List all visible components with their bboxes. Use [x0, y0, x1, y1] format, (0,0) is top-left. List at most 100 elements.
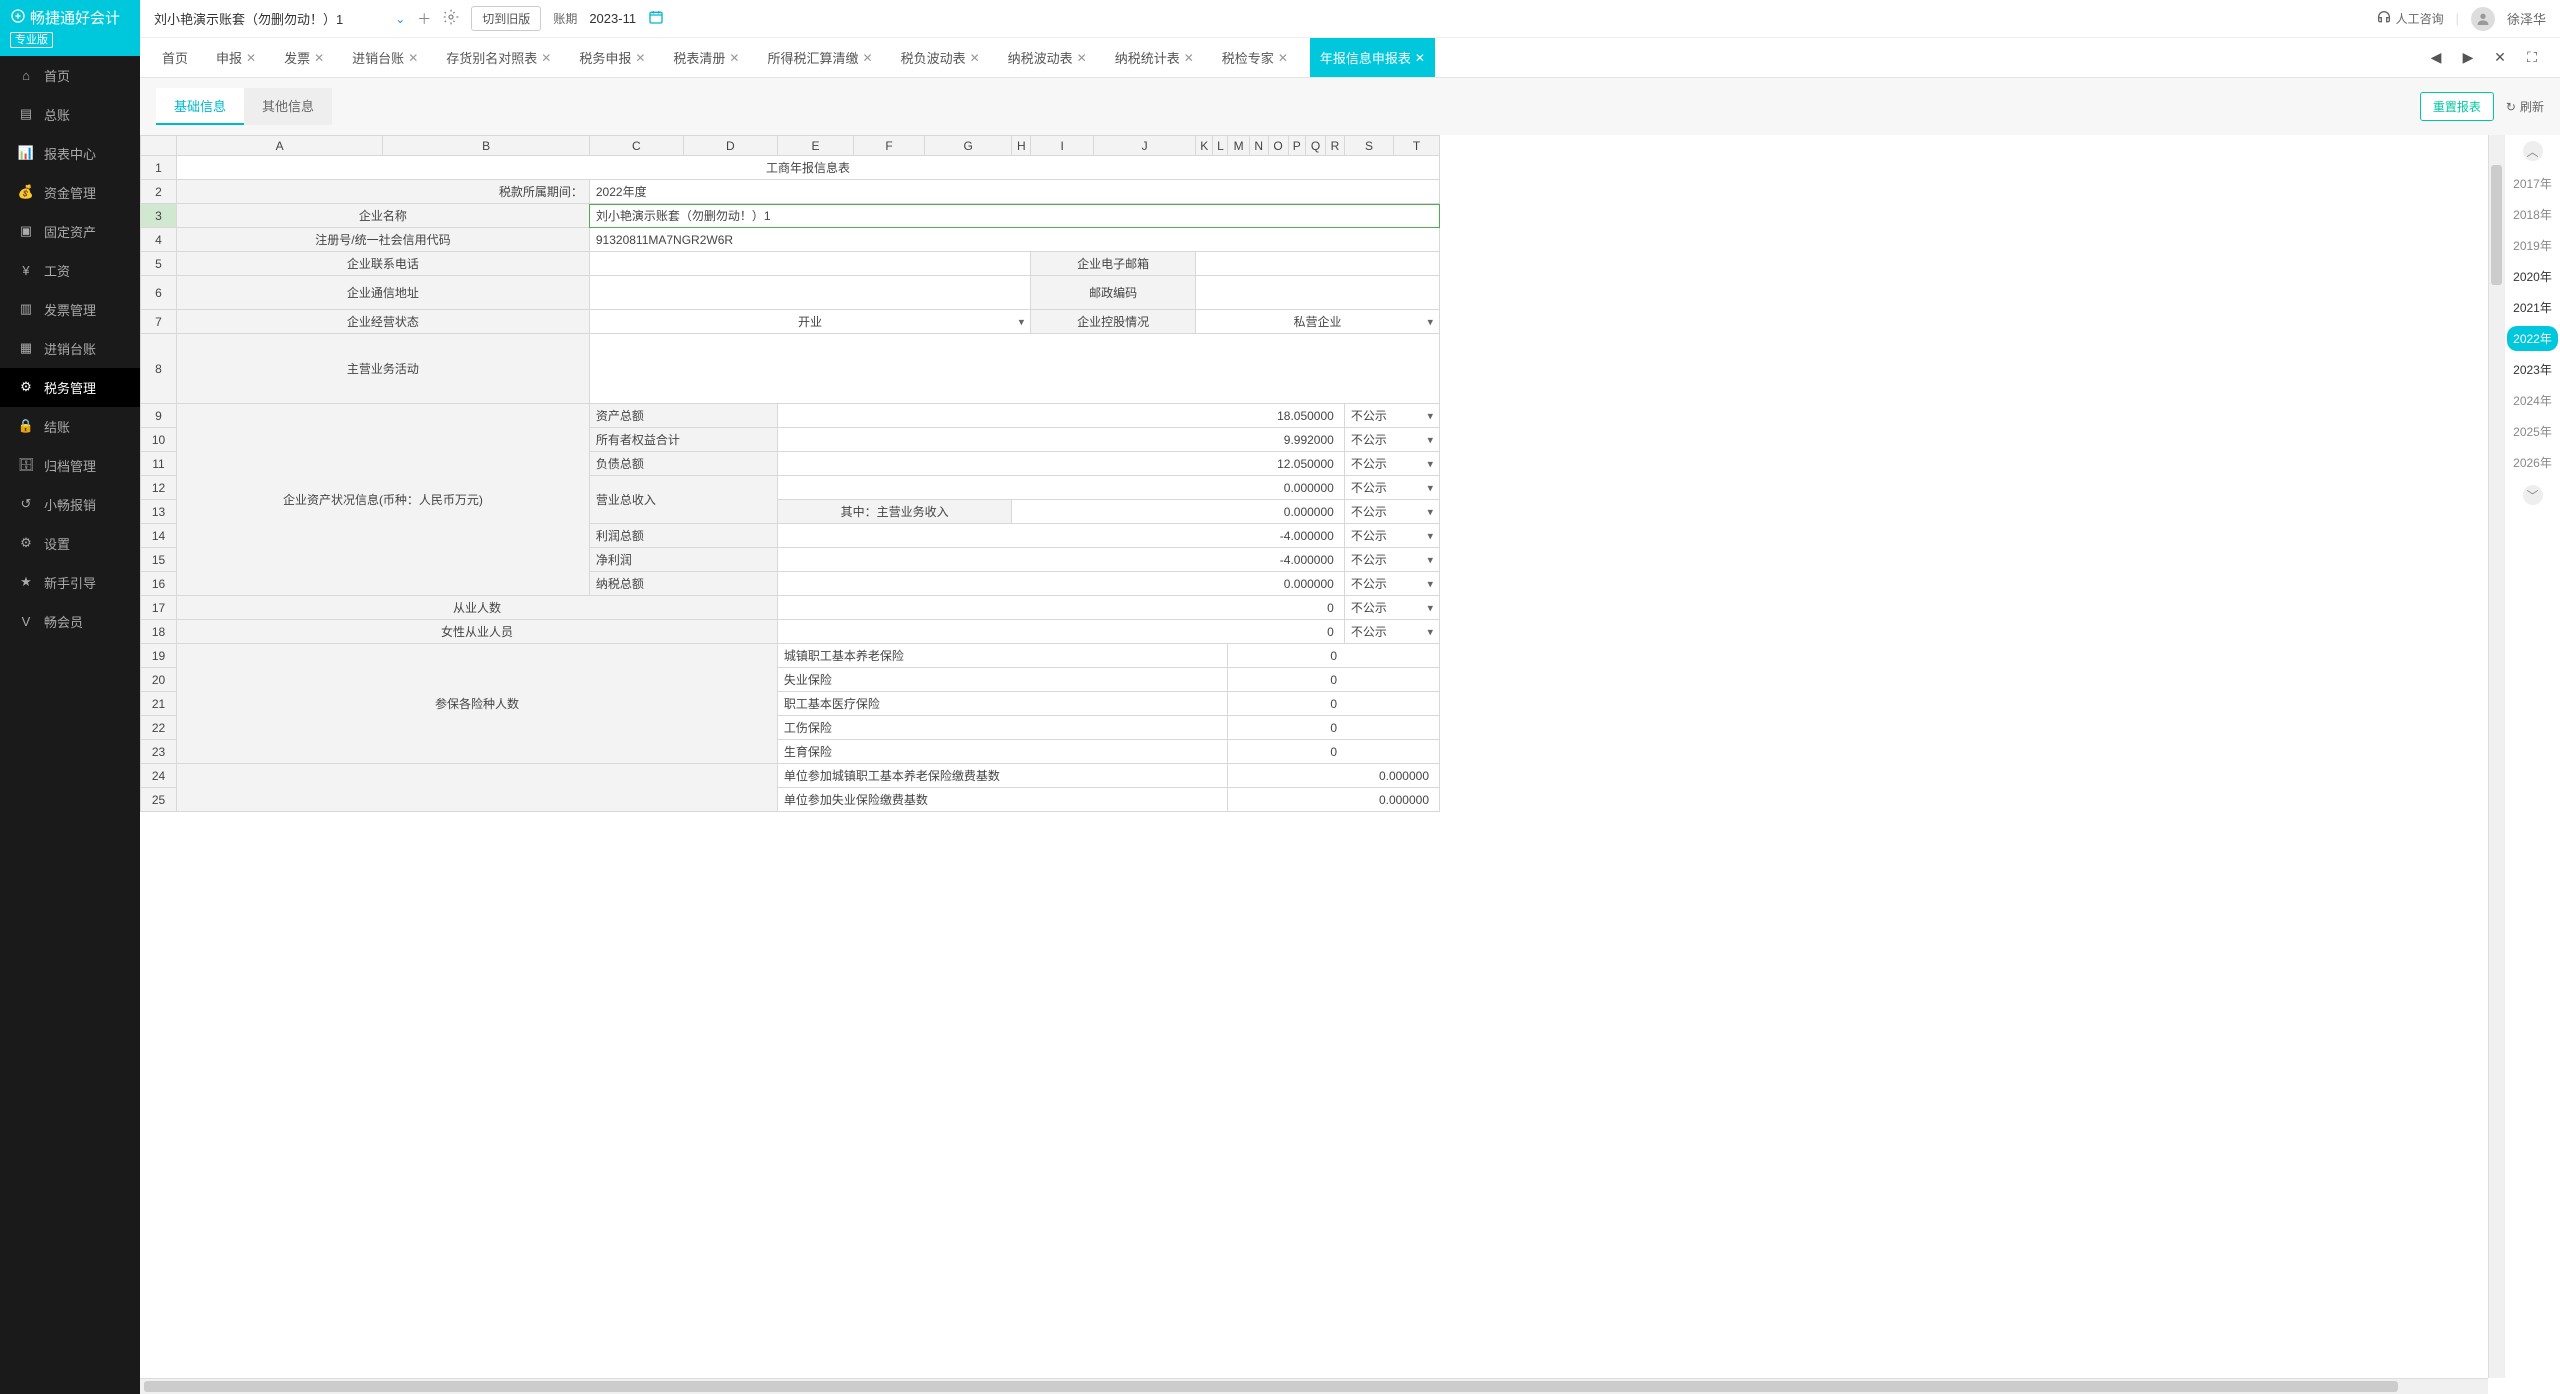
horizontal-scrollbar[interactable]: [140, 1378, 2488, 1394]
disclose-dropdown[interactable]: 不公示: [1344, 500, 1439, 524]
col-header[interactable]: I: [1031, 136, 1094, 156]
sidebar-item[interactable]: 📊报表中心: [0, 134, 140, 173]
row-header[interactable]: 24: [141, 764, 177, 788]
account-name[interactable]: 刘小艳演示账套（勿删勿动！）1: [154, 9, 343, 28]
col-header[interactable]: J: [1094, 136, 1196, 156]
cell-value[interactable]: 0.000000: [1012, 500, 1344, 524]
row-header[interactable]: 14: [141, 524, 177, 548]
grid-corner[interactable]: [141, 136, 177, 156]
row-header[interactable]: 20: [141, 668, 177, 692]
year-pill[interactable]: 2025年: [2507, 419, 2558, 444]
switch-old-button[interactable]: 切到旧版: [471, 6, 541, 31]
cell-value[interactable]: 0: [1228, 644, 1440, 668]
sidebar-item[interactable]: V畅会员: [0, 602, 140, 641]
row-header[interactable]: 15: [141, 548, 177, 572]
cell-value[interactable]: [589, 252, 1030, 276]
fullscreen-icon[interactable]: ⛶: [2520, 46, 2544, 70]
tab-prev-icon[interactable]: ◀: [2424, 46, 2448, 70]
tab[interactable]: 税务申报✕: [573, 38, 651, 77]
year-pill[interactable]: 2026年: [2507, 450, 2558, 475]
col-header[interactable]: K: [1195, 136, 1212, 156]
col-header[interactable]: P: [1288, 136, 1305, 156]
tab-close-icon[interactable]: ✕: [1077, 51, 1087, 65]
col-header[interactable]: S: [1344, 136, 1393, 156]
status-dropdown[interactable]: 开业: [589, 310, 1030, 334]
cell-value[interactable]: 0.000000: [777, 476, 1344, 500]
company-name-cell[interactable]: 刘小艳演示账套（勿删勿动！）1: [589, 204, 1439, 228]
cell-value[interactable]: 0: [1228, 668, 1440, 692]
year-pill[interactable]: 2021年: [2507, 295, 2558, 320]
row-header[interactable]: 21: [141, 692, 177, 716]
col-header[interactable]: H: [1012, 136, 1031, 156]
tab-close-icon[interactable]: ✕: [2488, 46, 2512, 70]
row-header[interactable]: 3: [141, 204, 177, 228]
row-header[interactable]: 25: [141, 788, 177, 812]
cell-value[interactable]: 0.000000: [1228, 788, 1440, 812]
disclose-dropdown[interactable]: 不公示: [1344, 548, 1439, 572]
row-header[interactable]: 2: [141, 180, 177, 204]
vertical-scrollbar[interactable]: [2488, 135, 2504, 1378]
col-header[interactable]: N: [1249, 136, 1268, 156]
row-header[interactable]: 16: [141, 572, 177, 596]
col-header[interactable]: R: [1326, 136, 1345, 156]
sidebar-item[interactable]: ▣固定资产: [0, 212, 140, 251]
col-header[interactable]: G: [924, 136, 1012, 156]
col-header[interactable]: M: [1228, 136, 1249, 156]
tab-next-icon[interactable]: ▶: [2456, 46, 2480, 70]
disclose-dropdown[interactable]: 不公示: [1344, 476, 1439, 500]
year-pill[interactable]: 2019年: [2507, 233, 2558, 258]
gear-icon[interactable]: [443, 9, 459, 28]
row-header[interactable]: 6: [141, 276, 177, 310]
cell-value[interactable]: 12.050000: [777, 452, 1344, 476]
cell-value[interactable]: [1195, 276, 1439, 310]
tab[interactable]: 纳税波动表✕: [1002, 38, 1093, 77]
cell-value[interactable]: 0.000000: [1228, 764, 1440, 788]
sidebar-item[interactable]: ★新手引导: [0, 563, 140, 602]
add-icon[interactable]: ＋: [417, 9, 431, 29]
sidebar-item[interactable]: ▥发票管理: [0, 290, 140, 329]
year-up-icon[interactable]: ︿: [2523, 141, 2543, 161]
col-header[interactable]: D: [683, 136, 777, 156]
sidebar-item[interactable]: 💰资金管理: [0, 173, 140, 212]
username[interactable]: 徐泽华: [2507, 9, 2546, 28]
spreadsheet[interactable]: A B C D E F G H I J K L M: [140, 135, 2488, 1378]
tab[interactable]: 申报✕: [210, 38, 262, 77]
row-header[interactable]: 19: [141, 644, 177, 668]
year-pill[interactable]: 2020年: [2507, 264, 2558, 289]
col-header[interactable]: T: [1394, 136, 1440, 156]
year-pill[interactable]: 2022年: [2507, 326, 2558, 351]
sidebar-item[interactable]: ⚙设置: [0, 524, 140, 563]
cell-value[interactable]: [1195, 252, 1439, 276]
row-header[interactable]: 17: [141, 596, 177, 620]
row-header[interactable]: 18: [141, 620, 177, 644]
avatar[interactable]: [2471, 7, 2495, 31]
cell-value[interactable]: 0: [777, 620, 1344, 644]
row-header[interactable]: 4: [141, 228, 177, 252]
tab[interactable]: 年报信息申报表✕: [1310, 38, 1435, 77]
tab[interactable]: 进销台账✕: [346, 38, 424, 77]
col-header[interactable]: F: [854, 136, 925, 156]
disclose-dropdown[interactable]: 不公示: [1344, 620, 1439, 644]
calendar-icon[interactable]: [648, 9, 664, 28]
sidebar-item[interactable]: 🗄归档管理: [0, 446, 140, 485]
cell-value[interactable]: 9.992000: [777, 428, 1344, 452]
cell-value[interactable]: 0.000000: [777, 572, 1344, 596]
disclose-dropdown[interactable]: 不公示: [1344, 452, 1439, 476]
tab-close-icon[interactable]: ✕: [729, 51, 739, 65]
cell-value[interactable]: 0: [777, 596, 1344, 620]
sidebar-item[interactable]: ⌂首页: [0, 56, 140, 95]
row-header[interactable]: 22: [141, 716, 177, 740]
row-header[interactable]: 9: [141, 404, 177, 428]
cell-value[interactable]: [589, 276, 1030, 310]
cell-value[interactable]: [589, 334, 1439, 404]
cell-value[interactable]: 91320811MA7NGR2W6R: [589, 228, 1439, 252]
disclose-dropdown[interactable]: 不公示: [1344, 428, 1439, 452]
sidebar-item[interactable]: ▦进销台账: [0, 329, 140, 368]
cell-value[interactable]: 2022年度: [589, 180, 1439, 204]
subtab[interactable]: 基础信息: [156, 88, 244, 125]
disclose-dropdown[interactable]: 不公示: [1344, 572, 1439, 596]
tab-close-icon[interactable]: ✕: [408, 51, 418, 65]
tab-close-icon[interactable]: ✕: [1278, 51, 1288, 65]
subtab[interactable]: 其他信息: [244, 88, 332, 125]
row-header[interactable]: 12: [141, 476, 177, 500]
